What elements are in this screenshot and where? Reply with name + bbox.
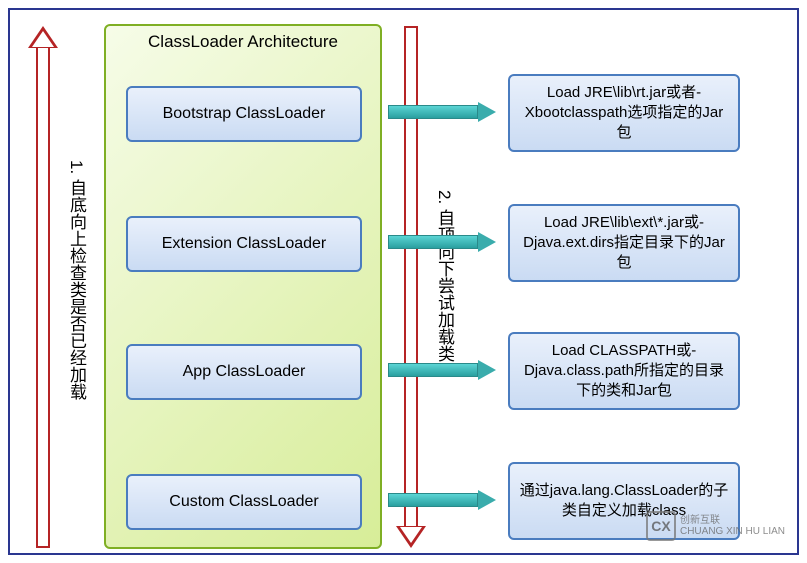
logo-icon: CX <box>646 511 676 541</box>
arrow-up-icon <box>28 26 58 548</box>
desc-app: Load CLASSPATH或-Djava.class.path所指定的目录下的… <box>508 332 740 410</box>
loader-bootstrap: Bootstrap ClassLoader <box>126 86 362 142</box>
logo-cn: 创新互联 <box>680 515 785 526</box>
arrow-right-icon <box>388 490 496 510</box>
classloader-container: ClassLoader Architecture Bootstrap Class… <box>104 24 382 549</box>
arrow-right-icon <box>388 360 496 380</box>
loader-app: App ClassLoader <box>126 344 362 400</box>
diagram-title: ClassLoader Architecture <box>106 32 380 52</box>
loader-extension: Extension ClassLoader <box>126 216 362 272</box>
arrow-right-icon <box>388 102 496 122</box>
desc-bootstrap: Load JRE\lib\rt.jar或者-Xbootclasspath选项指定… <box>508 74 740 152</box>
left-arrow-label: 1. 自底向上检查类是否已经加载 <box>64 160 89 410</box>
logo-en: CHUANG XIN HU LIAN <box>680 526 785 537</box>
watermark-logo: CX 创新互联 CHUANG XIN HU LIAN <box>646 511 785 541</box>
arrow-right-icon <box>388 232 496 252</box>
diagram-frame: 1. 自底向上检查类是否已经加载 ClassLoader Architectur… <box>8 8 799 555</box>
loader-custom: Custom ClassLoader <box>126 474 362 530</box>
desc-extension: Load JRE\lib\ext\*.jar或-Djava.ext.dirs指定… <box>508 204 740 282</box>
